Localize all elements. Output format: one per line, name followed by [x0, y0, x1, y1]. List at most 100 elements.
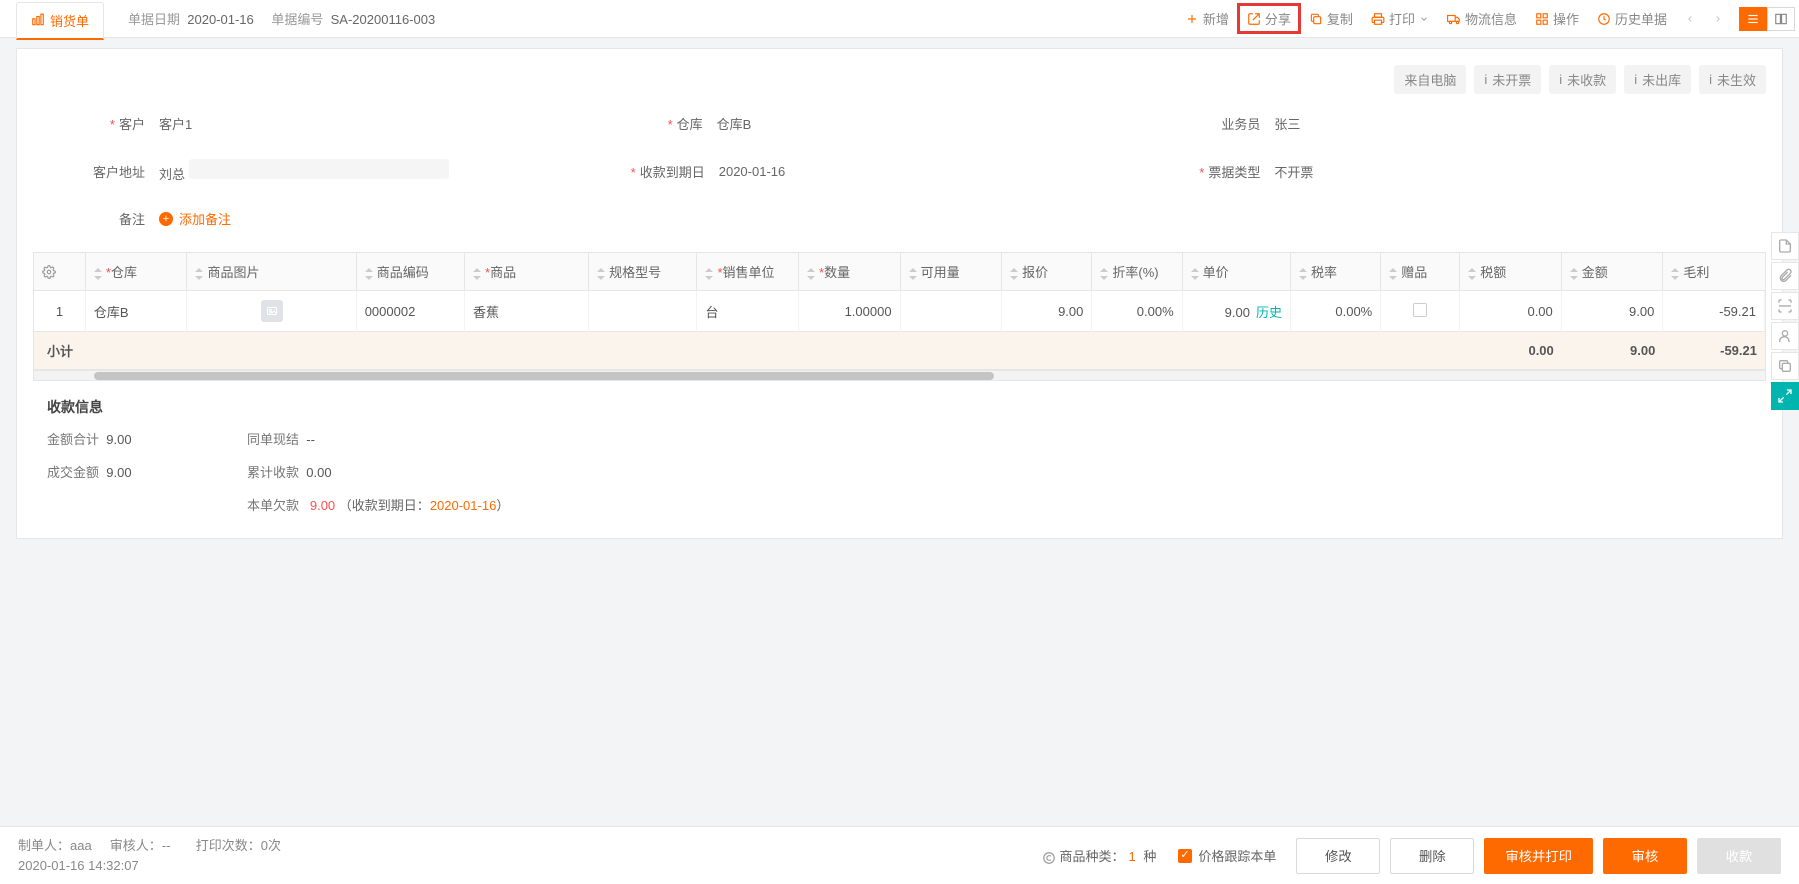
pill-inactive: i未生效 — [1699, 65, 1766, 94]
paperclip-icon — [1777, 268, 1793, 284]
col-discount[interactable]: 折率(%) — [1092, 253, 1182, 291]
col-unit[interactable]: *销售单位 — [697, 253, 799, 291]
cell-spec[interactable] — [589, 291, 697, 332]
rail-expand-button[interactable] — [1771, 382, 1799, 410]
gift-checkbox[interactable] — [1413, 303, 1427, 317]
cell-code[interactable]: 0000002 — [357, 291, 465, 332]
field-invoicetype: *票据类型 不开票 — [1188, 159, 1726, 183]
payment-title: 收款信息 — [47, 397, 1752, 417]
col-qty[interactable]: *数量 — [799, 253, 901, 291]
plus-icon — [1185, 12, 1199, 26]
horizontal-scrollbar[interactable] — [34, 370, 1765, 380]
rail-user-button[interactable] — [1771, 322, 1799, 350]
cell-image[interactable] — [187, 291, 356, 332]
footer-meta: 商品种类：1 种 价格跟踪本单 — [1042, 846, 1277, 866]
cell-product[interactable]: 香蕉 — [465, 291, 589, 332]
col-amount[interactable]: 金额 — [1562, 253, 1664, 291]
customer-value[interactable]: 客户1 — [159, 114, 192, 133]
image-placeholder-icon — [261, 300, 283, 322]
cell-price[interactable]: 9.00历史 — [1183, 291, 1291, 332]
cell-unit[interactable]: 台 — [697, 291, 799, 332]
cell-quote[interactable]: 9.00 — [1002, 291, 1092, 332]
prev-doc-button[interactable] — [1677, 6, 1703, 32]
topbar: 销货单 单据日期 2020-01-16 单据编号 SA-20200116-003… — [0, 0, 1799, 38]
cell-warehouse[interactable]: 仓库B — [86, 291, 188, 332]
cell-amount: 9.00 — [1562, 291, 1664, 332]
print-button[interactable]: 打印 — [1363, 5, 1437, 32]
operate-button[interactable]: 操作 — [1527, 5, 1587, 32]
col-taxrate[interactable]: 税率 — [1291, 253, 1381, 291]
print-icon — [1371, 12, 1385, 26]
header-form: *客户 客户1 *仓库 仓库B 业务员 张三 客户地址 刘总 *收款到期日 20… — [27, 106, 1772, 252]
card-view-toggle[interactable] — [1767, 7, 1795, 31]
cell-gift[interactable] — [1381, 291, 1460, 332]
total-value: 9.00 — [106, 432, 131, 447]
col-warehouse[interactable]: *仓库 — [86, 253, 188, 291]
col-product[interactable]: *商品 — [465, 253, 589, 291]
price-follow-input[interactable] — [1178, 849, 1192, 863]
warehouse-value[interactable]: 仓库B — [717, 114, 752, 133]
rail-link-button[interactable] — [1771, 262, 1799, 290]
pill-unpaid: i未收款 — [1549, 65, 1616, 94]
col-gift[interactable]: 赠品 — [1381, 253, 1460, 291]
cell-taxrate[interactable]: 0.00% — [1291, 291, 1381, 332]
delete-button[interactable]: 删除 — [1390, 838, 1474, 874]
invoicetype-value[interactable]: 不开票 — [1274, 162, 1313, 181]
address-value[interactable]: 刘总 — [159, 159, 449, 183]
field-salesman: 业务员 张三 — [1188, 114, 1726, 133]
col-tax[interactable]: 税额 — [1460, 253, 1562, 291]
audit-button[interactable]: 审核 — [1603, 838, 1687, 874]
payment-section: 收款信息 金额合计 9.00 同单现结 -- 成交金额 9.00 累计收款 0.… — [27, 381, 1772, 522]
rail-note-button[interactable] — [1771, 232, 1799, 260]
rail-scan-button[interactable] — [1771, 292, 1799, 320]
subtotal-tax: 0.00 — [1460, 332, 1562, 370]
auditor-label: 审核人： — [110, 838, 162, 853]
scan-icon — [1777, 298, 1793, 314]
history-button[interactable]: 历史单据 — [1589, 5, 1675, 32]
duedate-label: 收款到期日 — [640, 165, 705, 180]
logistics-button[interactable]: 物流信息 — [1439, 5, 1525, 32]
sku-count: 商品种类：1 种 — [1042, 846, 1157, 865]
pill-unshipped: i未出库 — [1624, 65, 1691, 94]
col-profit[interactable]: 毛利 — [1663, 253, 1765, 291]
owe-label: 本单欠款 — [247, 498, 299, 513]
next-doc-button[interactable] — [1705, 6, 1731, 32]
maker-label: 制单人： — [18, 838, 70, 853]
grid-icon — [1535, 12, 1549, 26]
col-price[interactable]: 单价 — [1183, 253, 1291, 291]
rail-copy-button[interactable] — [1771, 352, 1799, 380]
field-remark: 备注 +添加备注 — [73, 209, 611, 228]
view-toggle — [1739, 7, 1795, 31]
col-avail[interactable]: 可用量 — [901, 253, 1003, 291]
copy-button[interactable]: 复制 — [1301, 5, 1361, 32]
col-quote[interactable]: 报价 — [1002, 253, 1092, 291]
meta-date-value: 2020-01-16 — [187, 12, 254, 27]
table-row[interactable]: 1 仓库B 0000002 香蕉 台 1.00000 9.00 0.00% 9.… — [34, 291, 1765, 332]
salesman-value[interactable]: 张三 — [1274, 114, 1300, 133]
cell-qty[interactable]: 1.00000 — [799, 291, 901, 332]
gear-icon — [42, 265, 56, 279]
copy-label: 复制 — [1327, 9, 1353, 28]
chevron-down-icon — [1419, 14, 1429, 24]
price-follow-checkbox[interactable]: 价格跟踪本单 — [1174, 846, 1276, 866]
new-button[interactable]: 新增 — [1177, 5, 1237, 32]
col-spec[interactable]: 规格型号 — [589, 253, 697, 291]
invoicetype-label: 票据类型 — [1208, 165, 1260, 180]
audit-print-button[interactable]: 审核并打印 — [1484, 838, 1593, 874]
active-tab[interactable]: 销货单 — [16, 2, 104, 40]
share-button[interactable]: 分享 — [1239, 5, 1299, 32]
col-code[interactable]: 商品编码 — [357, 253, 465, 291]
cell-discount[interactable]: 0.00% — [1092, 291, 1182, 332]
list-view-toggle[interactable] — [1739, 7, 1767, 31]
add-remark-button[interactable]: +添加备注 — [159, 209, 231, 228]
col-image[interactable]: 商品图片 — [187, 253, 356, 291]
share-label: 分享 — [1265, 9, 1291, 28]
deal-label: 成交金额 — [47, 465, 99, 480]
col-settings[interactable] — [34, 253, 86, 291]
cumrecv-value: 0.00 — [306, 465, 331, 480]
price-history-link[interactable]: 历史 — [1256, 305, 1282, 320]
salesman-label: 业务员 — [1221, 117, 1260, 132]
scrollbar-thumb[interactable] — [94, 372, 994, 380]
modify-button[interactable]: 修改 — [1296, 838, 1380, 874]
duedate-value[interactable]: 2020-01-16 — [719, 164, 786, 179]
